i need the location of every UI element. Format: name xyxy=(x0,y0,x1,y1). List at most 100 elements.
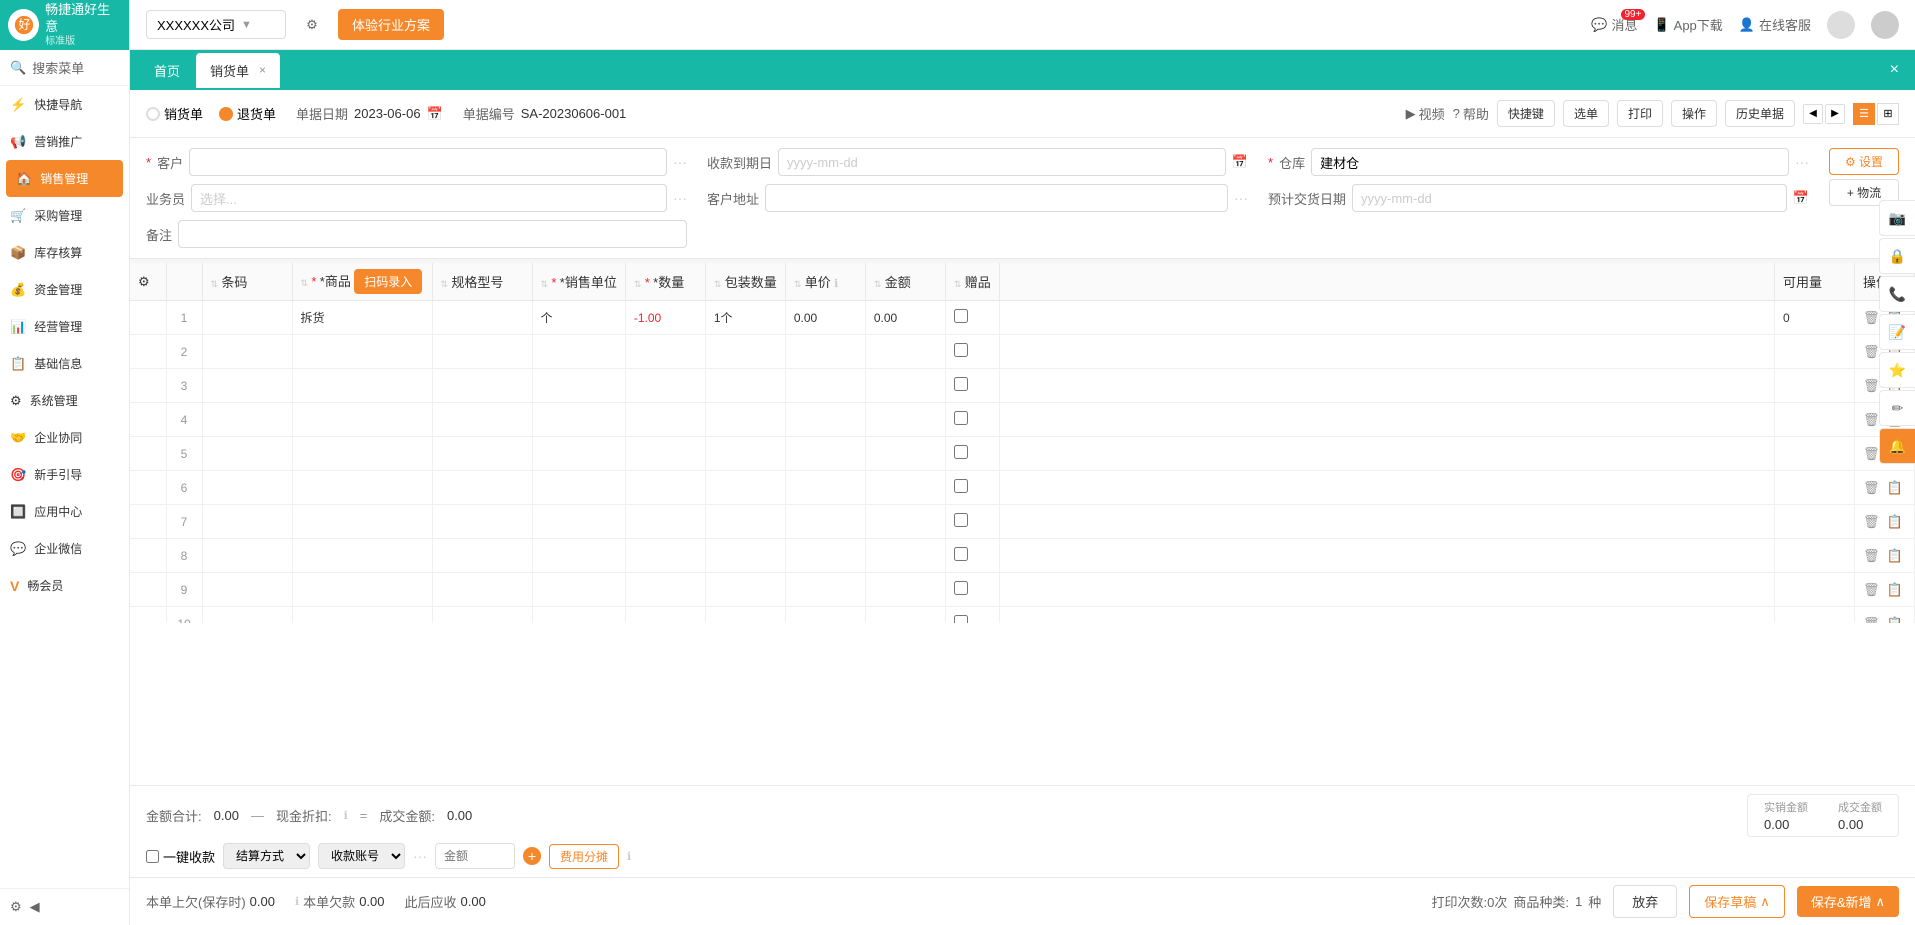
row-price[interactable] xyxy=(785,539,865,573)
row-price[interactable] xyxy=(785,471,865,505)
sidebar-item-app-center[interactable]: 🔲 应用中心 xyxy=(0,493,129,530)
user-avatar-2[interactable] xyxy=(1871,11,1899,39)
price-info-icon[interactable]: ℹ xyxy=(834,278,838,290)
sidebar-item-guide[interactable]: 🎯 新手引导 xyxy=(0,456,129,493)
row-qty[interactable] xyxy=(625,403,705,437)
salesperson-ellipsis-btn[interactable]: ··· xyxy=(673,190,687,206)
tab-close-icon[interactable]: × xyxy=(259,63,266,77)
user-avatar[interactable] xyxy=(1827,11,1855,39)
save-new-button[interactable]: 保存&新增 ∧ xyxy=(1797,886,1899,917)
radio-sale[interactable]: 销货单 xyxy=(146,104,203,123)
row-product[interactable] xyxy=(292,573,432,607)
sidebar-item-basic-info[interactable]: 📋 基础信息 xyxy=(0,345,129,382)
row-product[interactable] xyxy=(292,369,432,403)
sidebar-item-member[interactable]: V 畅会员 xyxy=(0,567,129,604)
row-barcode[interactable] xyxy=(202,471,292,505)
row-unit[interactable] xyxy=(532,573,625,607)
table-scroll[interactable]: ⚙ ⇅ 条码 ⇅ * *商品 扫码录入 xyxy=(130,263,1915,623)
expense-split-button[interactable]: 费用分摊 xyxy=(549,844,619,869)
date-calendar-icon[interactable]: 📅 xyxy=(427,106,443,122)
row-barcode[interactable] xyxy=(202,369,292,403)
row-qty[interactable] xyxy=(625,369,705,403)
tab-sale-order[interactable]: 销货单 × xyxy=(196,53,280,88)
row-price[interactable] xyxy=(785,607,865,624)
sidebar-item-sales[interactable]: 🏠 销售管理 xyxy=(6,160,123,197)
row-delete-icon[interactable]: 🗑 xyxy=(1863,446,1880,461)
row-spec[interactable] xyxy=(432,301,532,335)
sidebar-item-quick-nav[interactable]: ⚡ 快捷导航 xyxy=(0,86,129,123)
row-gift[interactable] xyxy=(945,607,999,624)
row-barcode[interactable] xyxy=(202,301,292,335)
row-unit[interactable] xyxy=(532,607,625,624)
row-product[interactable]: 拆货 xyxy=(292,301,432,335)
float-btn-7[interactable]: 🔔 xyxy=(1879,428,1915,464)
radio-return[interactable]: 退货单 xyxy=(219,104,276,123)
row-spec[interactable] xyxy=(432,607,532,624)
row-copy-icon[interactable]: 📋 xyxy=(1887,616,1903,624)
sidebar-item-system[interactable]: ⚙ 系统管理 xyxy=(0,382,129,419)
online-service-button[interactable]: 👤 在线客服 xyxy=(1739,15,1811,34)
row-unit[interactable] xyxy=(532,539,625,573)
row-barcode[interactable] xyxy=(202,505,292,539)
row-spec[interactable] xyxy=(432,539,532,573)
payment-amount-input[interactable] xyxy=(435,843,515,869)
row-barcode[interactable] xyxy=(202,539,292,573)
select-button[interactable]: 选单 xyxy=(1563,100,1609,127)
row-product[interactable] xyxy=(292,437,432,471)
row-spec[interactable] xyxy=(432,505,532,539)
history-button[interactable]: 历史单据 xyxy=(1725,100,1795,127)
ops-button[interactable]: 操作 xyxy=(1671,100,1717,127)
row-unit[interactable] xyxy=(532,471,625,505)
row-barcode[interactable] xyxy=(202,335,292,369)
row-product[interactable] xyxy=(292,607,432,624)
notes-input[interactable] xyxy=(178,220,687,248)
row-copy-icon[interactable]: 📋 xyxy=(1887,480,1903,495)
sidebar-item-purchase[interactable]: 🛒 采购管理 xyxy=(0,197,129,234)
expense-info-icon[interactable]: ℹ xyxy=(627,850,631,863)
nav-next-arrow[interactable]: ▶ xyxy=(1825,104,1845,124)
row-spec[interactable] xyxy=(432,437,532,471)
sidebar-item-operations[interactable]: 📊 经营管理 xyxy=(0,308,129,345)
row-delete-icon[interactable]: 🗑 xyxy=(1863,310,1880,325)
row-gift[interactable] xyxy=(945,539,999,573)
row-spec[interactable] xyxy=(432,335,532,369)
row-delete-icon[interactable]: 🗑 xyxy=(1863,412,1880,427)
row-price[interactable] xyxy=(785,437,865,471)
row-qty[interactable] xyxy=(625,573,705,607)
row-barcode[interactable] xyxy=(202,607,292,624)
addr-ellipsis-btn[interactable]: ··· xyxy=(1234,190,1248,206)
row-gift[interactable] xyxy=(945,573,999,607)
row-unit[interactable] xyxy=(532,437,625,471)
trial-button[interactable]: 体验行业方案 xyxy=(338,9,444,40)
row-barcode[interactable] xyxy=(202,437,292,471)
row-product[interactable] xyxy=(292,403,432,437)
warehouse-ellipsis-btn[interactable]: ··· xyxy=(1795,154,1809,170)
sidebar-search-item[interactable]: 🔍 搜索菜单 xyxy=(0,50,129,86)
sidebar-item-wechat[interactable]: 💬 企业微信 xyxy=(0,530,129,567)
row-price[interactable]: 0.00 xyxy=(785,301,865,335)
account-ellipsis-btn[interactable]: ··· xyxy=(413,848,427,864)
tab-home[interactable]: 首页 xyxy=(138,53,196,88)
row-delete-icon[interactable]: 🗑 xyxy=(1863,480,1880,495)
row-spec[interactable] xyxy=(432,369,532,403)
row-gift[interactable] xyxy=(945,369,999,403)
row-spec[interactable] xyxy=(432,403,532,437)
row-gift[interactable] xyxy=(945,335,999,369)
float-btn-3[interactable]: 📞 xyxy=(1879,276,1915,312)
row-gift[interactable] xyxy=(945,301,999,335)
view-list-btn[interactable]: ☰ xyxy=(1853,103,1875,125)
discount-info-icon[interactable]: ℹ xyxy=(344,809,348,822)
row-delete-icon[interactable]: 🗑 xyxy=(1863,514,1880,529)
row-price[interactable] xyxy=(785,403,865,437)
salesperson-input[interactable]: 选择... xyxy=(191,184,667,212)
row-copy-icon[interactable]: 📋 xyxy=(1887,514,1903,529)
nav-prev-arrow[interactable]: ◀ xyxy=(1803,104,1823,124)
float-btn-6[interactable]: ✏ xyxy=(1879,390,1915,426)
settings-action-button[interactable]: ⚙ 设置 xyxy=(1829,148,1899,175)
sidebar-item-marketing[interactable]: 📢 营销推广 xyxy=(0,123,129,160)
row-product[interactable] xyxy=(292,471,432,505)
one-click-payment-checkbox[interactable]: 一键收款 xyxy=(146,847,215,866)
payment-checkbox-input[interactable] xyxy=(146,850,159,863)
row-delete-icon[interactable]: 🗑 xyxy=(1863,344,1880,359)
row-qty[interactable] xyxy=(625,539,705,573)
